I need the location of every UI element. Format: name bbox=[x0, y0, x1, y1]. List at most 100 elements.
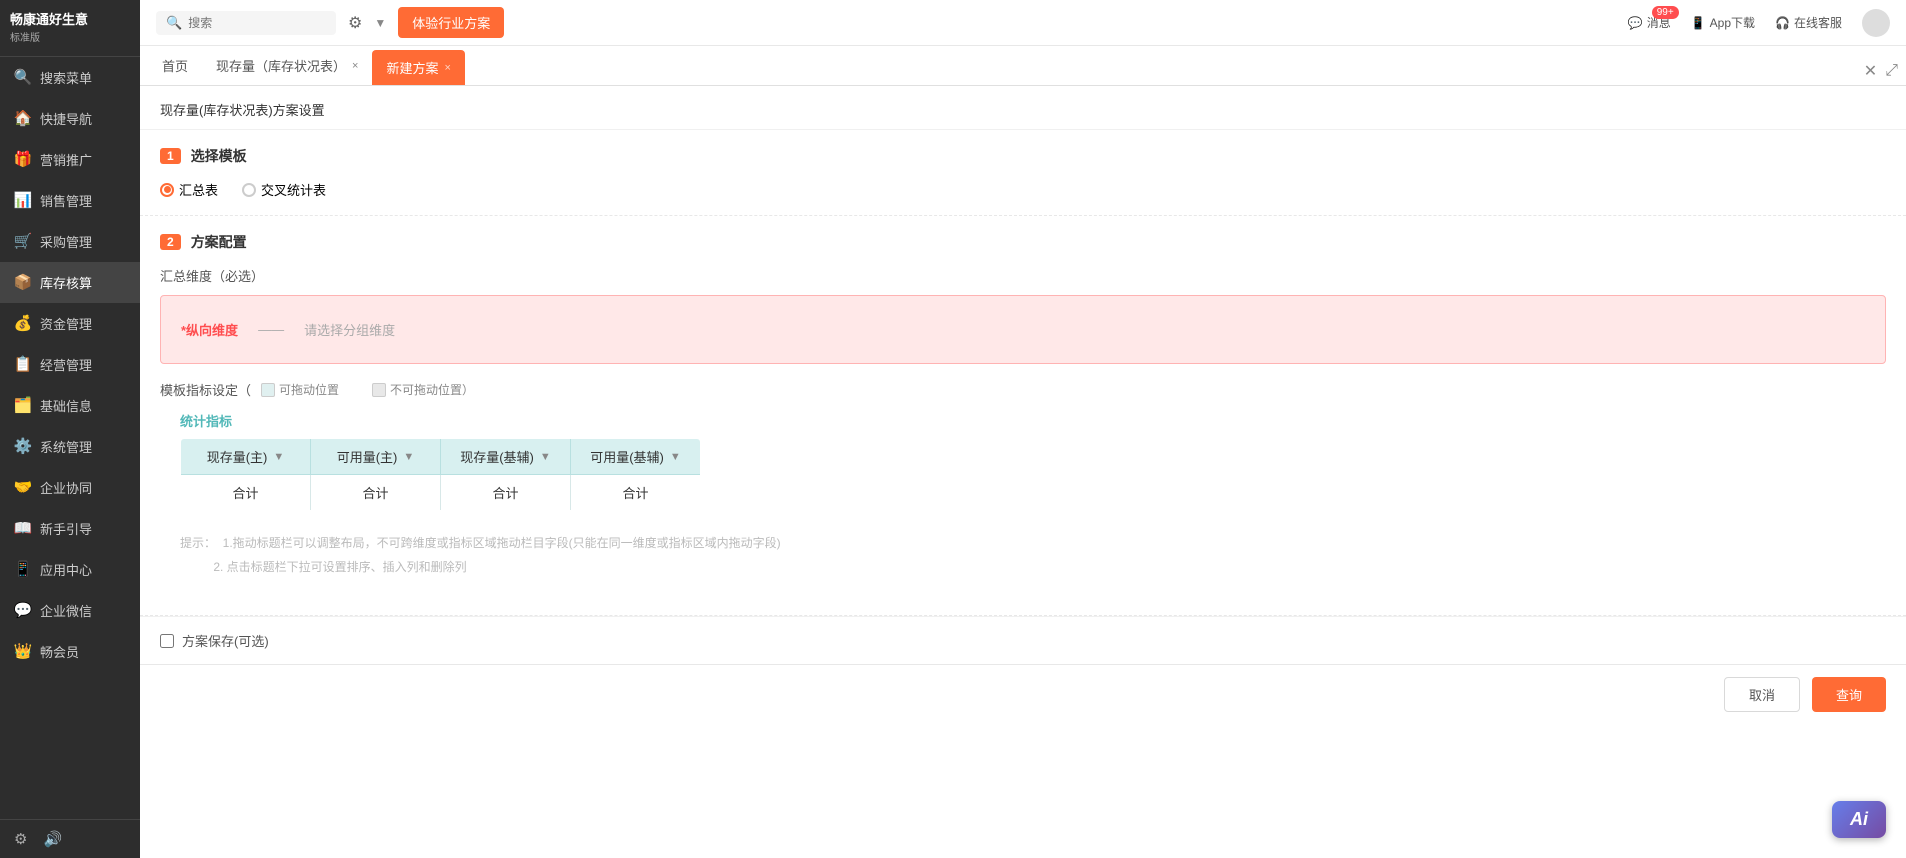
col3-sub: 合计 bbox=[492, 486, 518, 501]
mobile-icon: 📱 bbox=[14, 560, 32, 578]
col4-sub: 合计 bbox=[622, 486, 648, 501]
sidebar-logo: 畅康通好生意 标准版 bbox=[0, 0, 140, 57]
legend-draggable-box bbox=[261, 383, 275, 397]
tab-new-scheme[interactable]: 新建方案 × bbox=[372, 50, 464, 85]
col-header-1[interactable]: 现存量(主) ▼ bbox=[181, 439, 311, 475]
sidebar-item-label: 采购管理 bbox=[40, 232, 92, 251]
sidebar-item-search[interactable]: 🔍 搜索菜单 bbox=[0, 57, 140, 98]
col3-cell: 合计 bbox=[441, 475, 571, 511]
col1-dropdown-icon[interactable]: ▼ bbox=[273, 451, 284, 463]
gear-icon[interactable]: ⚙ bbox=[348, 13, 362, 33]
sidebar-item-apps[interactable]: 📱 应用中心 bbox=[0, 549, 140, 590]
sidebar-bottom: ⚙ 🔊 bbox=[0, 819, 140, 858]
page-title: 现存量(库存状况表)方案设置 bbox=[160, 103, 325, 118]
save-section: 方案保存(可选) bbox=[140, 616, 1906, 664]
sidebar-item-wechat[interactable]: 💬 企业微信 bbox=[0, 590, 140, 631]
message-icon: 💬 bbox=[1628, 16, 1643, 30]
radio-cross-label: 交叉统计表 bbox=[261, 180, 326, 199]
col2-dropdown-icon[interactable]: ▼ bbox=[403, 451, 414, 463]
industry-btn[interactable]: 体验行业方案 bbox=[398, 7, 504, 38]
sidebar: 畅康通好生意 标准版 🔍 搜索菜单 🏠 快捷导航 🎁 营销推广 📊 销售管理 🛒… bbox=[0, 0, 140, 858]
message-badge: 99+ bbox=[1652, 6, 1679, 19]
search-icon: 🔍 bbox=[166, 15, 182, 31]
message-btn[interactable]: 💬 消息 99+ bbox=[1628, 14, 1671, 31]
col-header-2[interactable]: 可用量(主) ▼ bbox=[311, 439, 441, 475]
col2-label: 可用量(主) bbox=[337, 447, 398, 466]
online-service-label: 在线客服 bbox=[1794, 14, 1842, 31]
legend-draggable-label: 可拖动位置 bbox=[279, 381, 339, 398]
col4-dropdown-icon[interactable]: ▼ bbox=[670, 451, 681, 463]
dimension-row: *纵向维度 —— 请选择分组维度 bbox=[181, 320, 1865, 339]
sidebar-item-system[interactable]: ⚙️ 系统管理 bbox=[0, 426, 140, 467]
dim-placeholder[interactable]: 请选择分组维度 bbox=[304, 320, 395, 339]
sidebar-item-marketing[interactable]: 🎁 营销推广 bbox=[0, 139, 140, 180]
radio-cross-circle bbox=[242, 183, 256, 197]
stats-section: 统计指标 现存量(主) ▼ bbox=[160, 411, 1886, 521]
sidebar-item-label: 经营管理 bbox=[40, 355, 92, 374]
chart-icon: 📊 bbox=[14, 191, 32, 209]
close-icon[interactable]: × bbox=[444, 62, 450, 74]
tab-inventory-status[interactable]: 现存量（库存状况表） × bbox=[202, 48, 372, 85]
cancel-button[interactable]: 取消 bbox=[1724, 677, 1800, 712]
query-button[interactable]: 查询 bbox=[1812, 677, 1886, 712]
home-icon: 🏠 bbox=[14, 109, 32, 127]
sidebar-item-label: 企业协同 bbox=[40, 478, 92, 497]
stats-title: 统计指标 bbox=[180, 411, 1866, 430]
step1-section: 1 选择模板 汇总表 交叉统计表 bbox=[140, 130, 1906, 216]
close-icon[interactable]: × bbox=[352, 60, 358, 72]
col3-dropdown-icon[interactable]: ▼ bbox=[540, 451, 551, 463]
search-box[interactable]: 🔍 bbox=[156, 11, 336, 35]
handshake-icon: 🤝 bbox=[14, 478, 32, 496]
radio-summary[interactable]: 汇总表 bbox=[160, 180, 218, 199]
save-checkbox[interactable] bbox=[160, 634, 174, 648]
sidebar-item-label: 新手引导 bbox=[40, 519, 92, 538]
clipboard-icon: 📋 bbox=[14, 355, 32, 373]
online-service-btn[interactable]: 🎧 在线客服 bbox=[1775, 14, 1842, 31]
headset-icon: 🎧 bbox=[1775, 16, 1790, 30]
legend-separator bbox=[349, 380, 362, 399]
stats-table: 现存量(主) ▼ 可用量(主) ▼ bbox=[180, 438, 701, 511]
expand-icon[interactable]: ⤢ bbox=[1885, 62, 1898, 80]
sidebar-item-member[interactable]: 👑 畅会员 bbox=[0, 631, 140, 672]
sidebar-item-purchase[interactable]: 🛒 采购管理 bbox=[0, 221, 140, 262]
sidebar-item-guide[interactable]: 📖 新手引导 bbox=[0, 508, 140, 549]
speaker-icon[interactable]: 🔊 bbox=[43, 830, 62, 848]
ai-button[interactable]: Ai bbox=[1832, 801, 1886, 838]
sidebar-item-finance[interactable]: 💰 资金管理 bbox=[0, 303, 140, 344]
legend-fixed-label: 不可拖动位置） bbox=[390, 381, 474, 398]
template-config-label-text: 模板指标设定（ bbox=[160, 380, 251, 399]
settings-icon[interactable]: ⚙ bbox=[14, 830, 27, 848]
search-icon: 🔍 bbox=[14, 68, 32, 86]
step1-title: 1 选择模板 bbox=[160, 146, 1886, 166]
tips-section: 提示： 1.拖动标题栏可以调整布局，不可跨维度或指标区域拖动栏目字段(只能在同一… bbox=[160, 521, 1886, 599]
sidebar-item-basic[interactable]: 🗂️ 基础信息 bbox=[0, 385, 140, 426]
topbar: 🔍 ⚙ ▼ 体验行业方案 💬 消息 99+ 📱 App下载 🎧 在线客服 bbox=[140, 0, 1906, 46]
sidebar-item-label: 搜索菜单 bbox=[40, 68, 92, 87]
tab-home[interactable]: 首页 bbox=[148, 48, 202, 85]
radio-cross[interactable]: 交叉统计表 bbox=[242, 180, 326, 199]
sidebar-item-shortcut[interactable]: 🏠 快捷导航 bbox=[0, 98, 140, 139]
user-area[interactable] bbox=[1862, 9, 1890, 37]
sidebar-item-agreement[interactable]: 🤝 企业协同 bbox=[0, 467, 140, 508]
box-icon: 📦 bbox=[14, 273, 32, 291]
crown-icon: 👑 bbox=[14, 642, 32, 660]
sidebar-item-label: 应用中心 bbox=[40, 560, 92, 579]
col-header-3[interactable]: 现存量(基辅) ▼ bbox=[441, 439, 571, 475]
app-download-btn[interactable]: 📱 App下载 bbox=[1691, 14, 1755, 31]
sidebar-item-inventory[interactable]: 📦 库存核算 bbox=[0, 262, 140, 303]
step2-title: 2 方案配置 bbox=[160, 232, 1886, 252]
main-area: 🔍 ⚙ ▼ 体验行业方案 💬 消息 99+ 📱 App下载 🎧 在线客服 bbox=[140, 0, 1906, 858]
col-header-4[interactable]: 可用量(基辅) ▼ bbox=[571, 439, 701, 475]
col4-label: 可用量(基辅) bbox=[590, 447, 664, 466]
step2-label: 方案配置 bbox=[191, 232, 247, 252]
step2-badge: 2 bbox=[160, 234, 181, 250]
sidebar-item-operations[interactable]: 📋 经营管理 bbox=[0, 344, 140, 385]
app-version: 标准版 bbox=[10, 29, 130, 44]
dimension-box: *纵向维度 —— 请选择分组维度 bbox=[160, 295, 1886, 364]
col1-label: 现存量(主) bbox=[207, 447, 268, 466]
dropdown-arrow-icon[interactable]: ▼ bbox=[374, 16, 386, 30]
close-window-icon[interactable]: ✕ bbox=[1864, 61, 1877, 81]
sidebar-item-sales[interactable]: 📊 销售管理 bbox=[0, 180, 140, 221]
app-download-label: App下载 bbox=[1710, 14, 1755, 31]
search-input[interactable] bbox=[188, 16, 318, 30]
